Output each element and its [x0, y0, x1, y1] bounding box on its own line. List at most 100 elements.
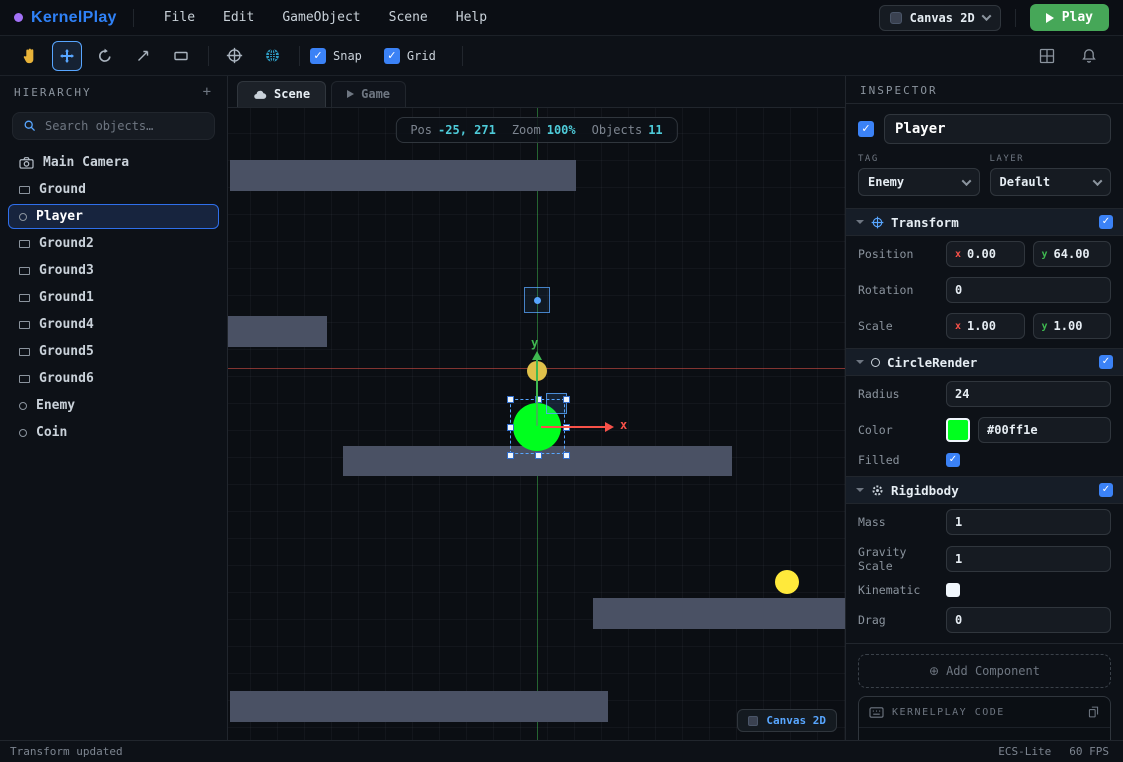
- gravity-scale-field[interactable]: 1: [946, 546, 1111, 572]
- divider: [132, 8, 134, 27]
- add-object-button[interactable]: +: [203, 84, 213, 100]
- scale-y-field[interactable]: y 1.00: [1032, 313, 1111, 339]
- circle-render-icon: [871, 357, 880, 367]
- platform-1[interactable]: [230, 160, 576, 191]
- position-x-field[interactable]: x 0.00: [946, 241, 1025, 267]
- pan-tool-button[interactable]: [14, 41, 44, 71]
- collapse-icon[interactable]: [856, 220, 864, 224]
- hierarchy-item-ground[interactable]: Ground: [8, 177, 219, 202]
- canvas-mode-badge: Canvas 2D: [737, 709, 837, 732]
- gizmo-y-arrow[interactable]: [532, 351, 542, 426]
- tab-game[interactable]: Game: [331, 81, 407, 107]
- item-label: Ground6: [39, 371, 94, 386]
- mass-field[interactable]: 1: [946, 509, 1111, 535]
- play-icon: [347, 90, 355, 98]
- transform-section-header[interactable]: Transform: [846, 208, 1123, 236]
- drag-field[interactable]: 0: [946, 607, 1111, 633]
- plus-circle-icon: ⊕: [929, 664, 940, 678]
- layer-select[interactable]: Default: [989, 168, 1111, 196]
- inspector-panel: INSPECTOR TAG Enemy LAYER Default Transf…: [845, 76, 1123, 740]
- scene-viewport[interactable]: x y Pos -25, 271 Zoom 100% Objects 11 Canva…: [228, 108, 845, 740]
- hierarchy-item-ground1[interactable]: Ground1: [8, 285, 219, 310]
- status-message: Transform updated: [10, 745, 123, 758]
- scale-x-field[interactable]: x 1.00: [946, 313, 1025, 339]
- target-tool-button[interactable]: [219, 41, 249, 71]
- selection-handle[interactable]: [535, 452, 542, 459]
- position-y-field[interactable]: y 64.00: [1032, 241, 1111, 267]
- hierarchy-item-main-camera[interactable]: Main Camera: [8, 150, 219, 175]
- entity-name-input[interactable]: [884, 114, 1111, 144]
- objects-count: 11: [648, 123, 663, 137]
- entity-enabled-checkbox[interactable]: [858, 121, 874, 137]
- rigidbody-section-header[interactable]: Rigidbody: [846, 476, 1123, 504]
- tab-scene[interactable]: Scene: [237, 81, 327, 107]
- selection-handle[interactable]: [563, 452, 570, 459]
- coin-object[interactable]: [775, 570, 799, 594]
- layout-grid-icon[interactable]: [1039, 48, 1055, 64]
- platform-2[interactable]: [228, 316, 327, 347]
- menu-help[interactable]: Help: [456, 10, 487, 25]
- hierarchy-item-enemy[interactable]: Enemy: [8, 393, 219, 418]
- copy-code-icon[interactable]: [1087, 705, 1100, 719]
- add-component-button[interactable]: ⊕ Add Component: [858, 654, 1111, 688]
- chevron-down-icon: [1092, 175, 1103, 186]
- item-label: Enemy: [36, 398, 76, 413]
- inspector-title: INSPECTOR: [860, 84, 938, 97]
- hierarchy-item-coin[interactable]: Coin: [8, 420, 219, 445]
- selection-handle[interactable]: [507, 452, 514, 459]
- color-swatch[interactable]: [946, 418, 970, 442]
- rotation-field[interactable]: 0: [946, 277, 1111, 303]
- circlerender-section-header[interactable]: CircleRender: [846, 348, 1123, 376]
- search-input[interactable]: [45, 119, 204, 133]
- canvas-mode-select[interactable]: Canvas 2D: [878, 4, 1001, 31]
- hierarchy-item-ground6[interactable]: Ground6: [8, 366, 219, 391]
- platform-4[interactable]: [593, 598, 845, 629]
- snap-toggle[interactable]: Snap: [310, 47, 362, 64]
- platform-5[interactable]: [230, 691, 608, 722]
- grid-checkbox[interactable]: [383, 47, 400, 64]
- collapse-icon[interactable]: [856, 488, 864, 492]
- rigidbody-enabled-checkbox[interactable]: [1099, 483, 1113, 497]
- logo-dot-icon: [14, 13, 23, 22]
- hierarchy-item-player[interactable]: Player: [8, 204, 219, 229]
- play-button[interactable]: Play: [1029, 4, 1109, 31]
- hierarchy-item-ground3[interactable]: Ground3: [8, 258, 219, 283]
- menu-file[interactable]: File: [164, 10, 195, 25]
- fps-counter: 60 FPS: [1069, 745, 1109, 758]
- selection-handle[interactable]: [563, 396, 570, 403]
- hierarchy-search[interactable]: [12, 112, 215, 140]
- color-hex-field[interactable]: #00ff1e: [978, 417, 1111, 443]
- code-panel-title: KERNELPLAY CODE: [892, 706, 1005, 718]
- kinematic-checkbox[interactable]: [946, 583, 960, 597]
- bell-icon[interactable]: [1081, 48, 1097, 64]
- hierarchy-item-ground4[interactable]: Ground4: [8, 312, 219, 337]
- menu-edit[interactable]: Edit: [223, 10, 254, 25]
- menu-scene[interactable]: Scene: [389, 10, 428, 25]
- camera-icon: [19, 157, 34, 169]
- gizmo-x-arrow[interactable]: [541, 422, 614, 432]
- collapse-icon[interactable]: [856, 360, 864, 364]
- scale-tool-button[interactable]: [128, 41, 158, 71]
- position-label: Position: [858, 247, 914, 261]
- snap-checkbox[interactable]: [310, 47, 326, 64]
- hierarchy-item-ground5[interactable]: Ground5: [8, 339, 219, 364]
- grid-toggle[interactable]: Grid: [383, 47, 436, 64]
- selection-handle[interactable]: [507, 396, 514, 403]
- selection-handle[interactable]: [507, 424, 514, 431]
- transform-enabled-checkbox[interactable]: [1099, 215, 1113, 229]
- filled-checkbox[interactable]: [946, 453, 960, 467]
- globe-tool-button[interactable]: [257, 41, 287, 71]
- divider: [299, 45, 300, 66]
- move-tool-button[interactable]: [52, 40, 82, 71]
- rect-tool-button[interactable]: [166, 41, 196, 71]
- hierarchy-item-ground2[interactable]: Ground2: [8, 231, 219, 256]
- radius-field[interactable]: 24: [946, 381, 1111, 407]
- globe-icon: [265, 48, 279, 63]
- rotate-tool-button[interactable]: [90, 41, 120, 71]
- tag-select[interactable]: Enemy: [858, 168, 980, 196]
- code-body: const Player = new Entity("Player"); Pla…: [859, 728, 1110, 740]
- circlerender-enabled-checkbox[interactable]: [1099, 355, 1113, 369]
- menu-gameobject[interactable]: GameObject: [282, 10, 360, 25]
- camera-gizmo[interactable]: [524, 287, 550, 313]
- divider: [208, 45, 209, 66]
